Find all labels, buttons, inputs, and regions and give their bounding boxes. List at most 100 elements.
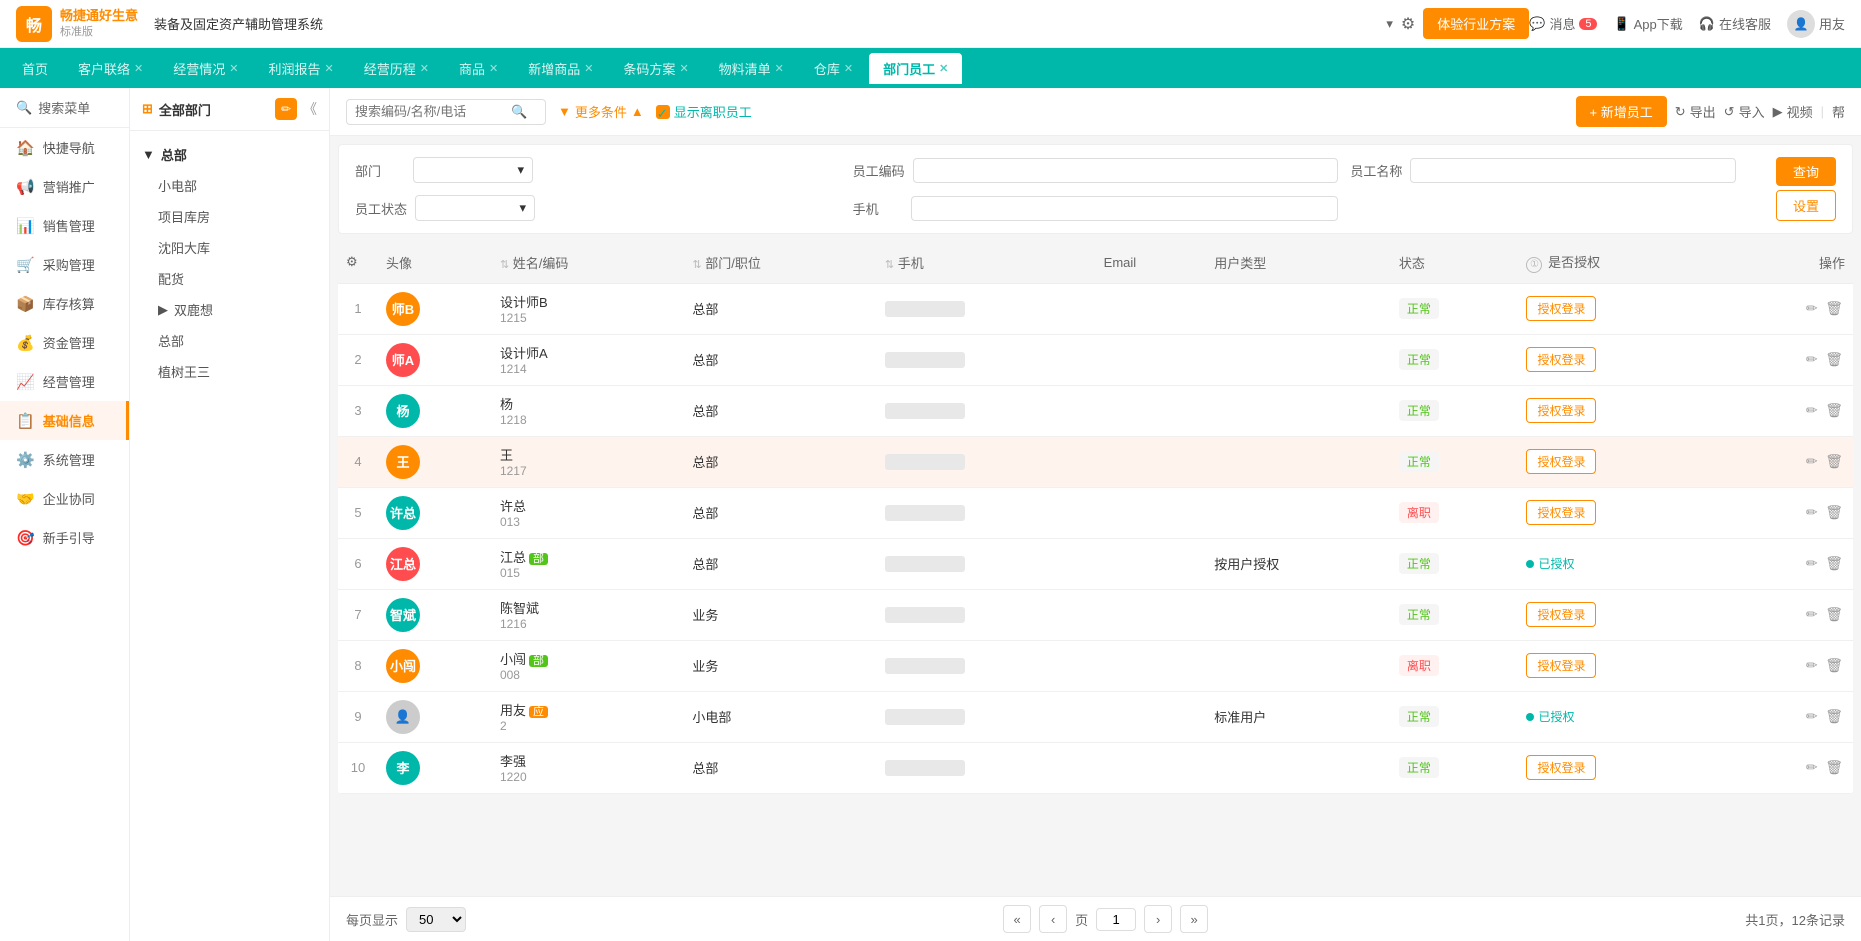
set-btn[interactable]: 设置 bbox=[1776, 190, 1836, 221]
next-page-btn[interactable]: › bbox=[1144, 905, 1172, 933]
sidebar-item-operations[interactable]: 📈 经营管理 bbox=[0, 362, 129, 401]
sidebar-item-marketing[interactable]: 📢 营销推广 bbox=[0, 167, 129, 206]
auth-login-btn[interactable]: 授权登录 bbox=[1526, 602, 1596, 627]
message-btn[interactable]: 💬 消息 5 bbox=[1529, 14, 1597, 33]
close-icon[interactable]: ✕ bbox=[939, 62, 948, 75]
dept-node-peihuo[interactable]: 配货 bbox=[130, 263, 329, 294]
sidebar-item-system[interactable]: ⚙️ 系统管理 bbox=[0, 440, 129, 479]
edit-btn[interactable]: ✏ bbox=[1806, 300, 1818, 317]
tab-add-goods[interactable]: 新增商品✕ bbox=[514, 53, 607, 84]
tab-goods[interactable]: 商品✕ bbox=[445, 53, 512, 84]
edit-btn[interactable]: ✏ bbox=[1806, 708, 1818, 725]
close-icon[interactable]: ✕ bbox=[420, 62, 429, 75]
sidebar-item-collab[interactable]: 🤝 企业协同 bbox=[0, 479, 129, 518]
delete-btn[interactable]: 🗑 bbox=[1825, 759, 1843, 776]
checkbox-icon[interactable]: ✓ bbox=[656, 105, 670, 119]
edit-btn[interactable]: ✏ bbox=[1806, 759, 1818, 776]
edit-btn[interactable]: ✏ bbox=[1806, 606, 1818, 623]
auth-login-btn[interactable]: 授权登录 bbox=[1526, 755, 1596, 780]
sidebar-item-finance[interactable]: 💰 资金管理 bbox=[0, 323, 129, 362]
delete-btn[interactable]: 🗑 bbox=[1825, 402, 1843, 419]
app-download-btn[interactable]: 📱 App下载 bbox=[1613, 14, 1682, 33]
export-btn[interactable]: ↻ 导出 bbox=[1675, 102, 1716, 121]
tab-home[interactable]: 首页 bbox=[8, 53, 62, 84]
edit-btn[interactable]: ✏ bbox=[1806, 504, 1818, 521]
settings-icon[interactable]: ⚙ bbox=[346, 254, 358, 269]
close-icon[interactable]: ✕ bbox=[679, 62, 688, 75]
dept-node-shenyang[interactable]: 沈阳大库 bbox=[130, 232, 329, 263]
tab-barcode[interactable]: 条码方案✕ bbox=[609, 53, 702, 84]
tab-bom[interactable]: 物料清单✕ bbox=[705, 53, 798, 84]
delete-btn[interactable]: 🗑 bbox=[1825, 453, 1843, 470]
tab-warehouse[interactable]: 仓库✕ bbox=[800, 53, 867, 84]
sidebar-item-purchase[interactable]: 🛒 采购管理 bbox=[0, 245, 129, 284]
tab-customer[interactable]: 客户联络✕ bbox=[64, 53, 157, 84]
more-filter-btn[interactable]: ▼ 更多条件 ▲ bbox=[558, 102, 644, 121]
close-icon[interactable]: ✕ bbox=[229, 62, 238, 75]
add-employee-btn[interactable]: + 新增员工 bbox=[1576, 96, 1667, 127]
phone-input[interactable] bbox=[911, 196, 1339, 221]
sort-icon[interactable]: ⇅ bbox=[500, 259, 509, 271]
delete-btn[interactable]: 🗑 bbox=[1825, 657, 1843, 674]
delete-btn[interactable]: 🗑 bbox=[1825, 504, 1843, 521]
close-icon[interactable]: ✕ bbox=[489, 62, 498, 75]
settings-gear-btn[interactable]: ⚙ bbox=[1401, 14, 1415, 34]
delete-btn[interactable]: 🗑 bbox=[1825, 606, 1843, 623]
auth-login-btn[interactable]: 授权登录 bbox=[1526, 653, 1596, 678]
edit-btn[interactable]: ✏ bbox=[1806, 555, 1818, 572]
sidebar-item-guide[interactable]: 🎯 新手引导 bbox=[0, 518, 129, 557]
online-service-btn[interactable]: 🎧 在线客服 bbox=[1699, 14, 1771, 33]
sidebar-item-sales[interactable]: 📊 销售管理 bbox=[0, 206, 129, 245]
import-btn[interactable]: ↺ 导入 bbox=[1724, 102, 1765, 121]
auth-login-btn[interactable]: 授权登录 bbox=[1526, 347, 1596, 372]
delete-btn[interactable]: 🗑 bbox=[1825, 351, 1843, 368]
auth-login-btn[interactable]: 授权登录 bbox=[1526, 398, 1596, 423]
close-icon[interactable]: ✕ bbox=[134, 62, 143, 75]
auth-login-btn[interactable]: 授权登录 bbox=[1526, 296, 1596, 321]
show-resigned-checkbox[interactable]: ✓ 显示离职员工 bbox=[656, 102, 752, 121]
sidebar-item-inventory[interactable]: 📦 库存核算 bbox=[0, 284, 129, 323]
dept-node-projectroom[interactable]: 项目库房 bbox=[130, 201, 329, 232]
tab-profit[interactable]: 利润报告✕ bbox=[254, 53, 347, 84]
dept-edit-btn[interactable]: ✏ bbox=[275, 98, 297, 120]
view-btn[interactable]: ▶ 视频 bbox=[1773, 102, 1813, 121]
dept-select[interactable]: ▾ bbox=[413, 157, 533, 183]
page-input[interactable] bbox=[1096, 908, 1136, 931]
edit-btn[interactable]: ✏ bbox=[1806, 351, 1818, 368]
tab-operation[interactable]: 经营情况✕ bbox=[159, 53, 252, 84]
sidebar-item-basicinfo[interactable]: 📋 基础信息 bbox=[0, 401, 129, 440]
sidebar-search[interactable]: 🔍 搜索菜单 bbox=[0, 88, 129, 128]
help-btn[interactable]: 帮 bbox=[1832, 102, 1845, 121]
dept-collapse-btn[interactable]: 《 bbox=[303, 99, 317, 119]
dept-node-xiaodibu[interactable]: 小电部 bbox=[130, 170, 329, 201]
prev-page-btn[interactable]: ‹ bbox=[1039, 905, 1067, 933]
dept-node-shuanglu[interactable]: ▶ 双鹿想 bbox=[130, 294, 329, 325]
user-btn[interactable]: 👤 用友 bbox=[1787, 10, 1845, 38]
auth-login-btn[interactable]: 授权登录 bbox=[1526, 449, 1596, 474]
edit-btn[interactable]: ✏ bbox=[1806, 402, 1818, 419]
first-page-btn[interactable]: « bbox=[1003, 905, 1031, 933]
close-icon[interactable]: ✕ bbox=[844, 62, 853, 75]
close-icon[interactable]: ✕ bbox=[775, 62, 784, 75]
dept-node-root[interactable]: ▼ 总部 bbox=[130, 139, 329, 170]
dept-node-zhishu[interactable]: 植树王三 bbox=[130, 356, 329, 387]
search-input[interactable] bbox=[355, 104, 505, 119]
close-icon[interactable]: ✕ bbox=[584, 62, 593, 75]
emp-status-select[interactable]: ▾ bbox=[415, 195, 535, 221]
auth-login-btn[interactable]: 授权登录 bbox=[1526, 500, 1596, 525]
edit-btn[interactable]: ✏ bbox=[1806, 657, 1818, 674]
sort-icon[interactable]: ⇅ bbox=[692, 259, 701, 271]
close-icon[interactable]: ✕ bbox=[325, 62, 334, 75]
query-btn[interactable]: 查询 bbox=[1776, 157, 1836, 186]
sidebar-item-quicknav[interactable]: 🏠 快捷导航 bbox=[0, 128, 129, 167]
edit-btn[interactable]: ✏ bbox=[1806, 453, 1818, 470]
title-dropdown-btn[interactable]: ▾ bbox=[1386, 16, 1393, 32]
sort-icon[interactable]: ⇅ bbox=[885, 259, 894, 271]
trial-industry-btn[interactable]: 体验行业方案 bbox=[1423, 8, 1529, 39]
delete-btn[interactable]: 🗑 bbox=[1825, 300, 1843, 317]
delete-btn[interactable]: 🗑 bbox=[1825, 708, 1843, 725]
tab-history[interactable]: 经营历程✕ bbox=[350, 53, 443, 84]
emp-code-input[interactable] bbox=[913, 158, 1339, 183]
per-page-select[interactable]: 50 20 100 bbox=[406, 907, 466, 932]
last-page-btn[interactable]: » bbox=[1180, 905, 1208, 933]
